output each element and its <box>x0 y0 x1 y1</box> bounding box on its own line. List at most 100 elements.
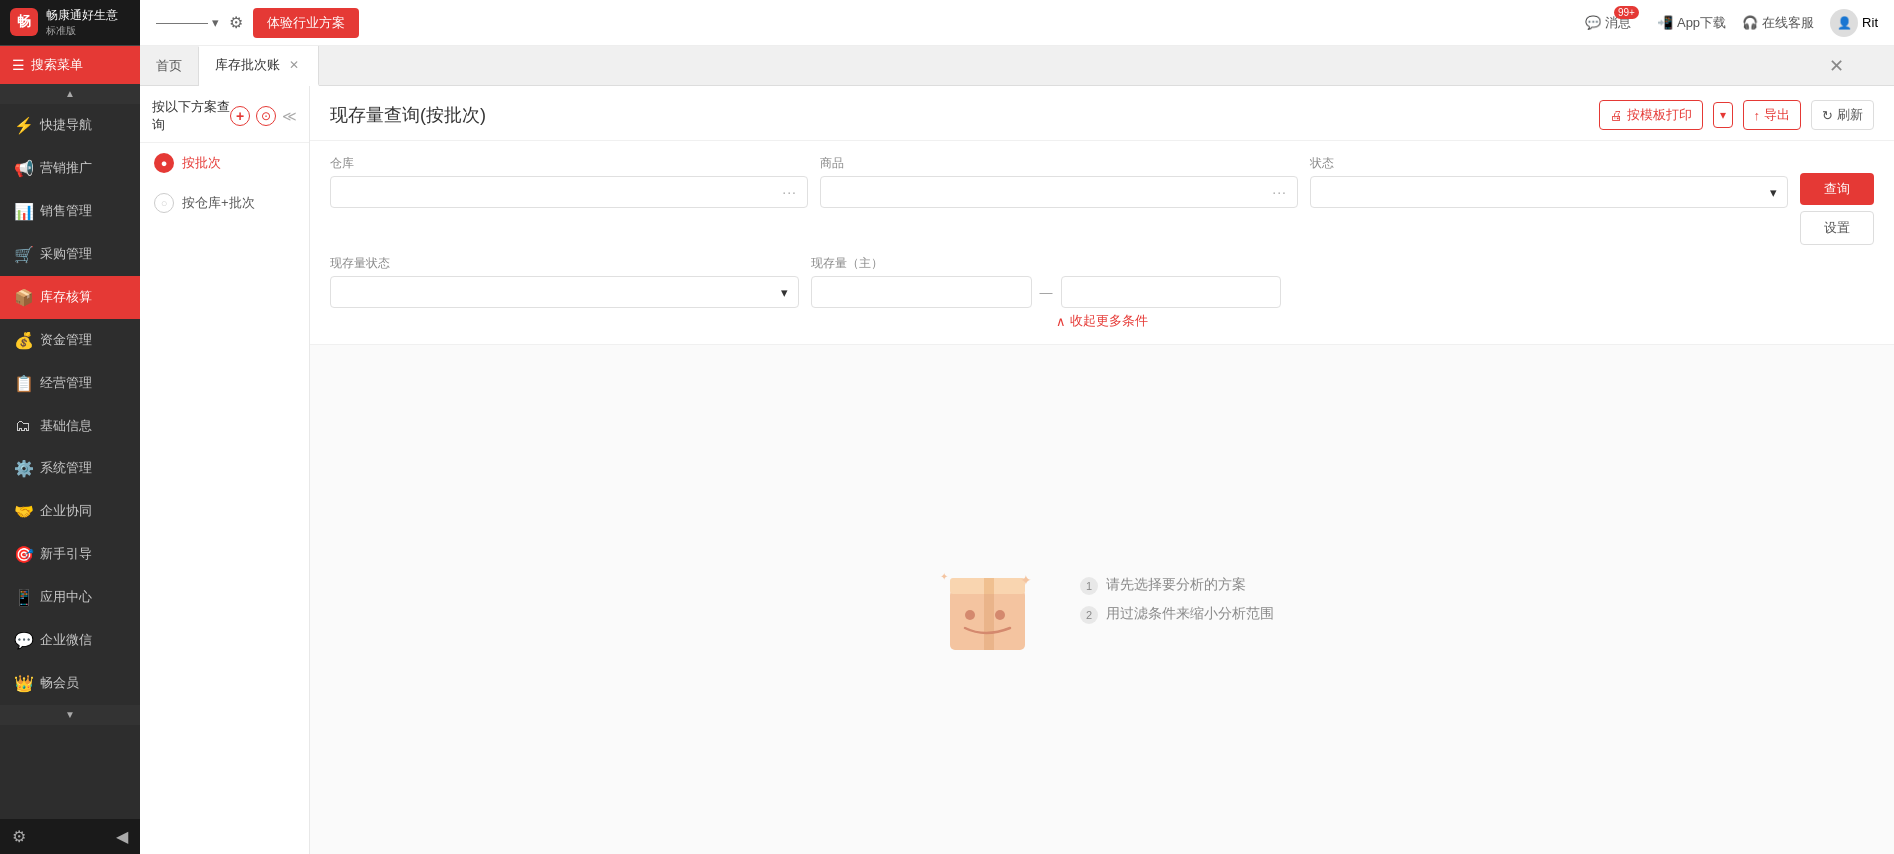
quick-nav-icon: ⚡ <box>14 116 32 135</box>
user-menu[interactable]: 👤 Rit <box>1830 9 1878 37</box>
plan-item-by-warehouse-batch[interactable]: ○ 按仓库+批次 <box>140 183 309 223</box>
plan-inactive-icon: ○ <box>154 193 174 213</box>
app-download-button[interactable]: 📲 App下载 <box>1657 14 1726 32</box>
empty-tip-1: 1 请先选择要分析的方案 <box>1080 576 1274 595</box>
tab-inventory-batch[interactable]: 库存批次账 ✕ <box>199 46 319 86</box>
plan-settings-button[interactable]: ⊙ <box>256 106 276 126</box>
print-dropdown-button[interactable]: ▾ <box>1713 102 1733 128</box>
left-panel: 按以下方案查询 + ⊙ ≪ ● 按批次 ○ 按仓库+批次 <box>140 86 310 854</box>
product-label: 商品 <box>820 155 1298 172</box>
sidebar-item-system[interactable]: ⚙️ 系统管理 <box>0 447 140 490</box>
sidebar-item-member[interactable]: 👑 畅会员 <box>0 662 140 705</box>
footer-settings-icon[interactable]: ⚙ <box>12 827 26 846</box>
footer-collapse-icon[interactable]: ◀ <box>116 827 128 846</box>
warehouse-dots: ··· <box>782 184 797 200</box>
right-content: 现存量查询(按批次) 🖨 按模板打印 ▾ ↑ 导出 ↻ 刷新 <box>310 86 1894 854</box>
sidebar-item-basic[interactable]: 🗂 基础信息 <box>0 405 140 447</box>
add-plan-button[interactable]: + <box>230 106 250 126</box>
trial-button[interactable]: 体验行业方案 <box>253 8 359 38</box>
tab-bar-close-icon[interactable]: ✕ <box>1829 55 1844 77</box>
main-area: ———— ▾ ⚙ 体验行业方案 💬 消息 99+ 📲 App下载 🎧 在线客服 <box>140 0 1894 854</box>
print-button[interactable]: 🖨 按模板打印 <box>1599 100 1703 130</box>
newbie-icon: 🎯 <box>14 545 32 564</box>
stock-qty-max-input[interactable] <box>1061 276 1281 308</box>
filter-action-buttons: 查询 设置 <box>1800 173 1874 245</box>
chevron-down-icon: ▾ <box>1770 185 1777 200</box>
member-icon: 👑 <box>14 674 32 693</box>
svg-rect-3 <box>984 578 994 594</box>
warehouse-field: 仓库 ··· <box>330 155 808 208</box>
topbar-settings-icon[interactable]: ⚙ <box>229 13 243 32</box>
svg-point-5 <box>995 610 1005 620</box>
tab-bar: 首页 库存批次账 ✕ ✕ <box>140 46 1894 86</box>
tab-close-icon[interactable]: ✕ <box>286 57 302 73</box>
plan-item-by-batch[interactable]: ● 按批次 <box>140 143 309 183</box>
collapse-panel-icon[interactable]: ≪ <box>282 108 297 124</box>
svg-text:✦: ✦ <box>1020 572 1032 588</box>
empty-box-svg: ✦ ✦ <box>930 540 1050 660</box>
service-icon: 🎧 <box>1742 15 1758 30</box>
collapse-filters-button[interactable]: ∧ 收起更多条件 <box>330 308 1874 330</box>
messages-badge: 99+ <box>1614 6 1639 19</box>
stock-qty-field: 现存量（主） — <box>811 255 1280 308</box>
left-panel-actions: + ⊙ ≪ <box>230 106 297 126</box>
left-panel-header: 按以下方案查询 + ⊙ ≪ <box>140 86 309 143</box>
stock-qty-min-input[interactable] <box>811 276 1031 308</box>
sidebar-scroll-down[interactable]: ▼ <box>0 705 140 725</box>
search-menu-button[interactable]: ☰ 搜索菜单 <box>0 46 140 84</box>
sidebar-item-operations[interactable]: 📋 经营管理 <box>0 362 140 405</box>
system-icon: ⚙️ <box>14 459 32 478</box>
chevron-up-icon: ∧ <box>1056 314 1066 329</box>
inventory-icon: 📦 <box>14 288 32 307</box>
chevron-down-icon: ▾ <box>781 285 788 300</box>
empty-illustration: ✦ ✦ <box>930 540 1050 660</box>
sidebar-item-purchase[interactable]: 🛒 采购管理 <box>0 233 140 276</box>
tab-home[interactable]: 首页 <box>140 47 199 85</box>
tip-number-2: 2 <box>1080 606 1098 624</box>
refresh-icon: ↻ <box>1822 108 1833 123</box>
app-center-icon: 📱 <box>14 588 32 607</box>
page-title: 现存量查询(按批次) <box>330 103 486 127</box>
page-header-actions: 🖨 按模板打印 ▾ ↑ 导出 ↻ 刷新 <box>1599 100 1875 130</box>
user-icon: 👤 <box>1837 16 1852 30</box>
print-icon: 🖨 <box>1610 108 1623 123</box>
sales-icon: 📊 <box>14 202 32 221</box>
sidebar-item-enterprise-wechat[interactable]: 💬 企业微信 <box>0 619 140 662</box>
export-icon: ↑ <box>1754 108 1761 123</box>
sidebar-item-finance[interactable]: 💰 资金管理 <box>0 319 140 362</box>
chevron-down-icon: ▾ <box>212 15 219 30</box>
stock-status-select[interactable]: ▾ <box>330 276 799 308</box>
sidebar-item-newbie[interactable]: 🎯 新手引导 <box>0 533 140 576</box>
empty-state: ✦ ✦ 1 请先选择要分析的方案 2 用过滤条件来缩小分析范围 <box>310 345 1894 854</box>
topbar-right: 💬 消息 99+ 📲 App下载 🎧 在线客服 👤 Rit <box>1585 9 1878 37</box>
enterprise-icon: 🤝 <box>14 502 32 521</box>
sidebar: 畅 畅康通好生意 标准版 ☰ 搜索菜单 ▲ ⚡ 快捷导航 📢 营销推广 📊 销售… <box>0 0 140 854</box>
app-logo: 畅 <box>10 8 38 36</box>
product-field: 商品 ··· <box>820 155 1298 208</box>
sidebar-item-app-center[interactable]: 📱 应用中心 <box>0 576 140 619</box>
messages-button[interactable]: 💬 消息 99+ <box>1585 14 1631 32</box>
filter-row-2: 现存量状态 ▾ 现存量（主） — <box>330 255 1874 308</box>
product-input[interactable]: ··· <box>820 176 1298 208</box>
sidebar-item-inventory[interactable]: 📦 库存核算 <box>0 276 140 319</box>
page-header: 现存量查询(按批次) 🖨 按模板打印 ▾ ↑ 导出 ↻ 刷新 <box>310 86 1894 141</box>
warehouse-label: 仓库 <box>330 155 808 172</box>
sidebar-item-sales[interactable]: 📊 销售管理 <box>0 190 140 233</box>
warehouse-input[interactable]: ··· <box>330 176 808 208</box>
refresh-button[interactable]: ↻ 刷新 <box>1811 100 1874 130</box>
query-button[interactable]: 查询 <box>1800 173 1874 205</box>
stock-status-field: 现存量状态 ▾ <box>330 255 799 308</box>
sidebar-header: 畅 畅康通好生意 标准版 <box>0 0 140 46</box>
status-select[interactable]: ▾ <box>1310 176 1788 208</box>
export-button[interactable]: ↑ 导出 <box>1743 100 1802 130</box>
sidebar-item-enterprise[interactable]: 🤝 企业协同 <box>0 490 140 533</box>
sidebar-item-quick-nav[interactable]: ⚡ 快捷导航 <box>0 104 140 147</box>
topbar-dropdown[interactable]: ———— ▾ <box>156 15 219 30</box>
sidebar-scroll-up[interactable]: ▲ <box>0 84 140 104</box>
finance-icon: 💰 <box>14 331 32 350</box>
online-service-button[interactable]: 🎧 在线客服 <box>1742 14 1814 32</box>
range-separator: — <box>1040 285 1053 300</box>
sidebar-item-marketing[interactable]: 📢 营销推广 <box>0 147 140 190</box>
svg-rect-2 <box>984 590 994 650</box>
settings-button[interactable]: 设置 <box>1800 211 1874 245</box>
